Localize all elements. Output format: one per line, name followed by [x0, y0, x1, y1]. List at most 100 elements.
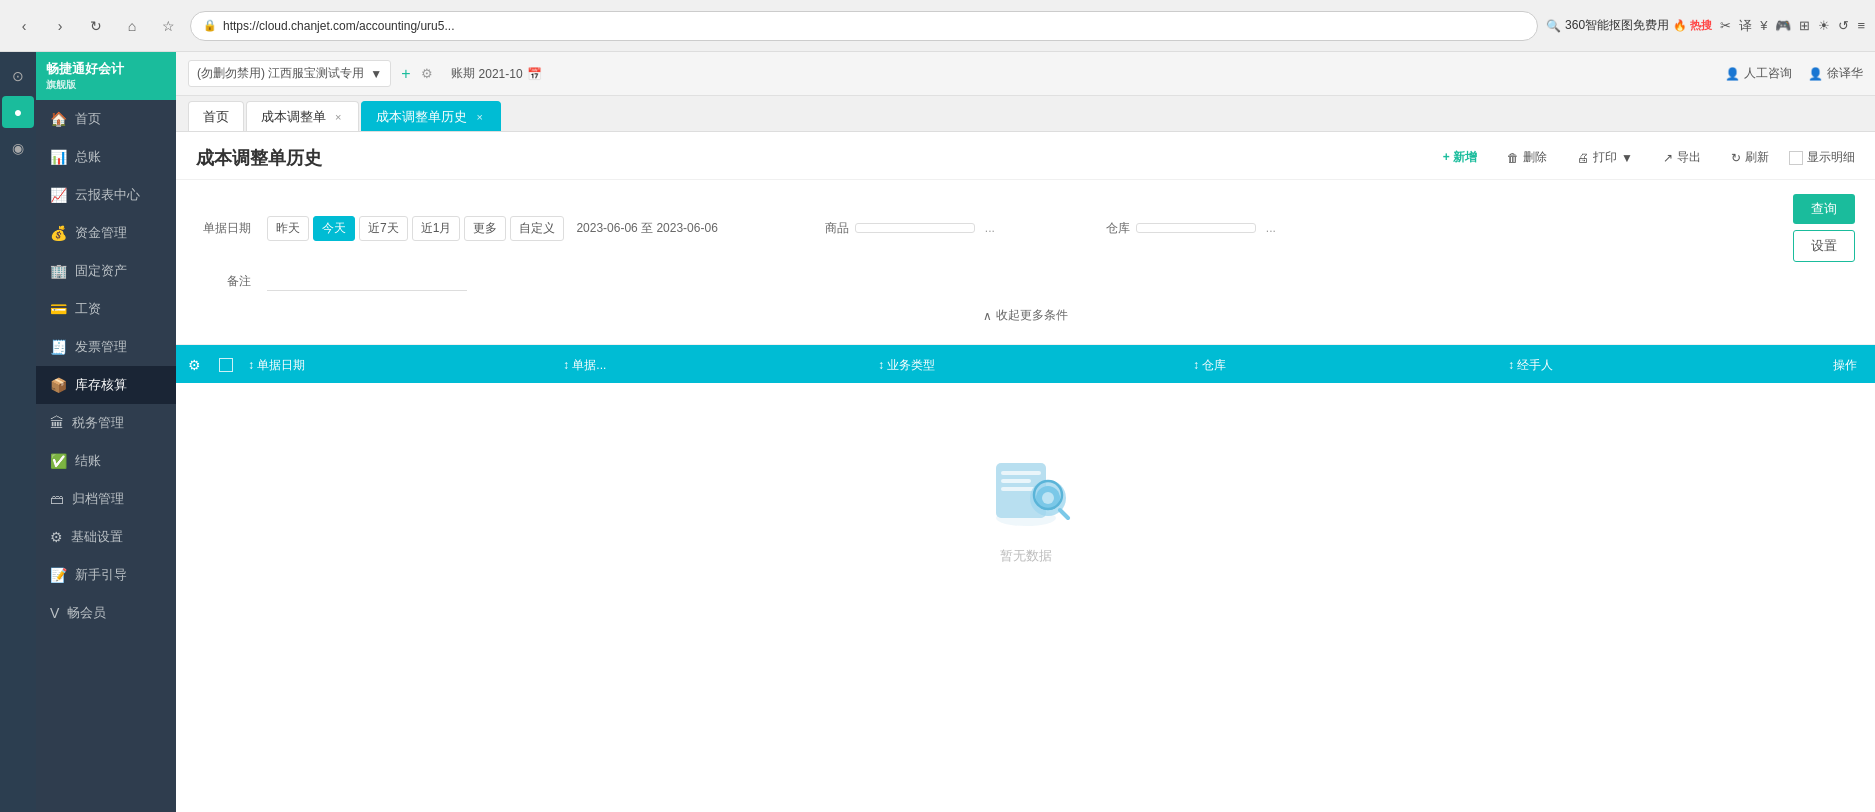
date-btn-yesterday[interactable]: 昨天 — [267, 216, 309, 241]
sidebar-item-closing[interactable]: ✅ 结账 — [36, 442, 176, 480]
th-warehouse[interactable]: ↕ 仓库 — [1185, 357, 1500, 374]
th-date[interactable]: ↕ 单据日期 — [240, 357, 555, 374]
address-url: https://cloud.chanjet.com/accounting/uru… — [223, 19, 454, 33]
undo-icon: ↺ — [1838, 18, 1849, 33]
refresh-button[interactable]: ↻ 刷新 — [1721, 144, 1779, 171]
table-container: ⚙ ↕ 单据日期 ↕ 单据... ↕ 业务类型 ↕ 仓库 — [176, 345, 1875, 625]
date-btn-custom[interactable]: 自定义 — [510, 216, 564, 241]
assets-icon: 🏢 — [50, 263, 67, 279]
main-content: (勿删勿禁用) 江西服宝测试专用 ▼ + ⚙ 账期 2021-10 📅 👤 人工… — [176, 52, 1875, 812]
sidebar-label-guide: 新手引导 — [75, 566, 127, 584]
home-icon: 🏠 — [50, 111, 67, 127]
sidebar-item-settings[interactable]: ⚙ 基础设置 — [36, 518, 176, 556]
export-button[interactable]: ↗ 导出 — [1653, 144, 1711, 171]
th-docno-label: ↕ 单据... — [563, 357, 606, 374]
scissors-icon: ✂ — [1720, 18, 1731, 33]
svg-line-8 — [1060, 510, 1068, 518]
tab-cost-adjustment-close[interactable]: × — [332, 110, 344, 124]
delete-button[interactable]: 🗑 删除 — [1497, 144, 1557, 171]
sidebar-label-tax: 税务管理 — [72, 414, 124, 432]
reports-icon: 📈 — [50, 187, 67, 203]
date-btn-today[interactable]: 今天 — [313, 216, 355, 241]
date-range: 2023-06-06 至 2023-06-06 — [576, 220, 717, 237]
empty-state: 暂无数据 — [176, 383, 1875, 625]
th-business-type[interactable]: ↕ 业务类型 — [870, 357, 1185, 374]
forward-button[interactable]: › — [46, 12, 74, 40]
select-all-checkbox[interactable] — [219, 358, 233, 372]
collapse-arrow-icon: ∧ — [983, 309, 992, 323]
guide-icon: 📝 — [50, 567, 67, 583]
period-label: 账期 — [451, 65, 475, 82]
search-icon: 🔍 — [1546, 19, 1561, 33]
user-profile-button[interactable]: 👤 徐译华 — [1808, 65, 1863, 82]
delete-label: 删除 — [1523, 149, 1547, 166]
tab-home[interactable]: 首页 — [188, 101, 244, 131]
svg-rect-4 — [1001, 487, 1036, 491]
sidebar-item-funds[interactable]: 💰 资金管理 — [36, 214, 176, 252]
sidebar-item-tax[interactable]: 🏛 税务管理 — [36, 404, 176, 442]
new-button[interactable]: + 新增 — [1433, 144, 1487, 171]
company-selector[interactable]: (勿删勿禁用) 江西服宝测试专用 ▼ — [188, 60, 391, 87]
top-bar-right: 👤 人工咨询 👤 徐译华 — [1725, 65, 1863, 82]
sidebar-item-invoice[interactable]: 🧾 发票管理 — [36, 328, 176, 366]
query-settings-area: 查询 设置 — [1793, 194, 1855, 262]
company-dropdown-icon: ▼ — [370, 67, 382, 81]
goods-select[interactable] — [855, 223, 975, 233]
translate-icon: 译 — [1739, 17, 1752, 35]
tab-cost-adjustment[interactable]: 成本调整单 × — [246, 101, 359, 131]
sidebar-item-home[interactable]: 🏠 首页 — [36, 100, 176, 138]
query-button[interactable]: 查询 — [1793, 194, 1855, 224]
sidebar-item-salary[interactable]: 💳 工资 — [36, 290, 176, 328]
warehouse-ellipsis[interactable]: ... — [1262, 221, 1280, 235]
back-button[interactable]: ‹ — [10, 12, 38, 40]
date-buttons: 昨天 今天 近7天 近1月 更多 自定义 2023-06-06 至 2023-0… — [267, 216, 718, 241]
show-cols-checkbox[interactable] — [1789, 151, 1803, 165]
goods-filter-group: 商品 ... — [794, 220, 999, 237]
date-btn-1month[interactable]: 近1月 — [412, 216, 461, 241]
iconbar-item3[interactable]: ◉ — [2, 132, 34, 164]
sidebar-item-archive[interactable]: 🗃 归档管理 — [36, 480, 176, 518]
goods-ellipsis[interactable]: ... — [981, 221, 999, 235]
print-button[interactable]: 🖨 打印 ▼ — [1567, 144, 1643, 171]
calendar-icon[interactable]: 📅 — [527, 67, 542, 81]
salary-icon: 💳 — [50, 301, 67, 317]
filter-settings-button[interactable]: 设置 — [1793, 230, 1855, 262]
collapse-button[interactable]: ∧ 收起更多条件 — [196, 301, 1855, 330]
warehouse-select[interactable] — [1136, 223, 1256, 233]
tab-cost-history-close[interactable]: × — [473, 110, 485, 124]
sidebar-item-ledger[interactable]: 📊 总账 — [36, 138, 176, 176]
bookmark-button[interactable]: ☆ — [154, 12, 182, 40]
show-cols-option[interactable]: 显示明细 — [1789, 149, 1855, 166]
settings-gear-icon[interactable]: ⚙ — [421, 66, 433, 81]
note-input[interactable] — [267, 272, 467, 291]
ledger-icon: 📊 — [50, 149, 67, 165]
sidebar-item-inventory[interactable]: 📦 库存核算 — [36, 366, 176, 404]
print-icon: 🖨 — [1577, 151, 1589, 165]
iconbar-home[interactable]: ⊙ — [2, 60, 34, 92]
date-btn-7days[interactable]: 近7天 — [359, 216, 408, 241]
home-button[interactable]: ⌂ — [118, 12, 146, 40]
th-operator[interactable]: ↕ 经手人 — [1500, 357, 1815, 374]
add-company-button[interactable]: + — [401, 65, 410, 83]
page-title: 成本调整单历史 — [196, 146, 322, 170]
table-select-all[interactable] — [212, 358, 240, 372]
archive-icon: 🗃 — [50, 491, 64, 507]
tab-cost-history[interactable]: 成本调整单历史 × — [361, 101, 500, 131]
th-doc-no[interactable]: ↕ 单据... — [555, 357, 870, 374]
sidebar-item-guide[interactable]: 📝 新手引导 — [36, 556, 176, 594]
delete-icon: 🗑 — [1507, 151, 1519, 165]
address-bar[interactable]: 🔒 https://cloud.chanjet.com/accounting/u… — [190, 11, 1538, 41]
user-avatar-icon: 👤 — [1808, 67, 1823, 81]
reload-button[interactable]: ↻ — [82, 12, 110, 40]
date-btn-more[interactable]: 更多 — [464, 216, 506, 241]
sidebar-item-membership[interactable]: V 畅会员 — [36, 594, 176, 632]
empty-state-icon — [976, 443, 1076, 533]
sidebar-item-reports[interactable]: 📈 云报表中心 — [36, 176, 176, 214]
search-area[interactable]: 🔍 360智能抠图免费用 🔥 热搜 — [1546, 17, 1712, 34]
iconbar-active[interactable]: ● — [2, 96, 34, 128]
search-text: 360智能抠图免费用 — [1565, 17, 1669, 34]
sidebar-item-assets[interactable]: 🏢 固定资产 — [36, 252, 176, 290]
customer-service-button[interactable]: 👤 人工咨询 — [1725, 65, 1792, 82]
table-settings-icon[interactable]: ⚙ — [176, 357, 212, 373]
sidebar-label-assets: 固定资产 — [75, 262, 127, 280]
